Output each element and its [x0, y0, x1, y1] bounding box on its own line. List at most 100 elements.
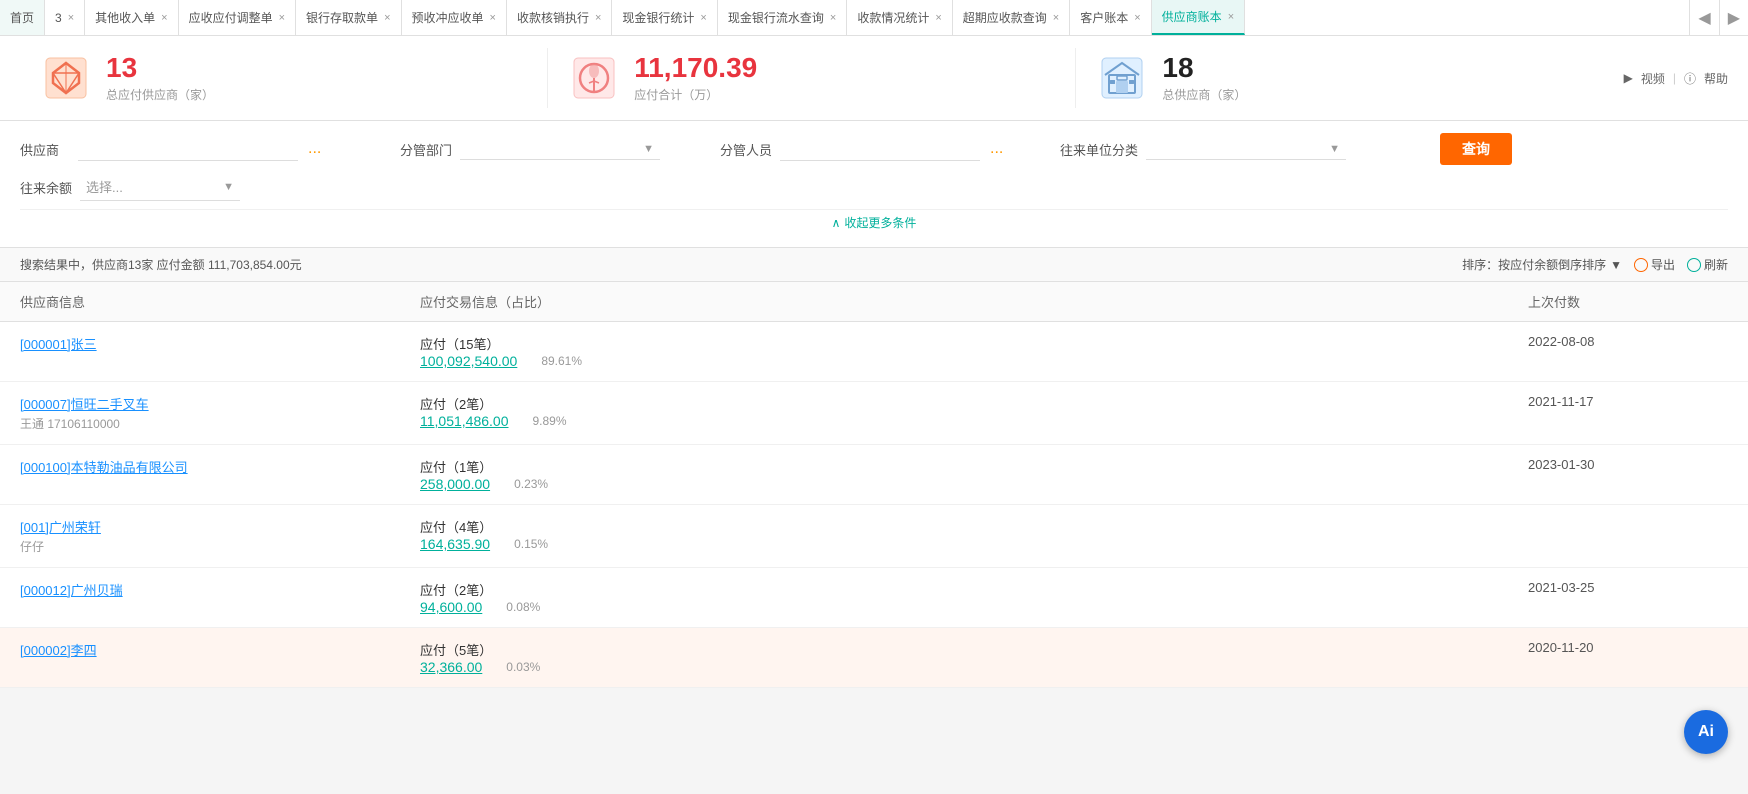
nav-tab-home[interactable]: 首页: [0, 0, 45, 35]
nav-tab-cash-bank-flow[interactable]: 现金银行流水查询×: [718, 0, 847, 35]
filter-person: 分管人员 ...: [720, 137, 1060, 161]
nav-tab-ar-ap-adjust[interactable]: 应收应付调整单×: [179, 0, 296, 35]
nav-tab-collection-stat[interactable]: 收款情况统计×: [847, 0, 952, 35]
close-tab-cash-bank-stat[interactable]: ×: [700, 12, 706, 24]
result-actions: 排序：按应付余额倒序排序 ▼ 导出 刷新: [1462, 256, 1728, 273]
transaction-label: 应付（4笔）: [420, 517, 1528, 536]
nav-tab-supplier-ledger[interactable]: 供应商账本×: [1152, 0, 1245, 35]
supplier-link[interactable]: [000001]张三: [20, 334, 420, 353]
close-tab-other-income[interactable]: ×: [161, 12, 167, 24]
category-dropdown-icon: ▼: [1329, 143, 1340, 155]
col-header-last-payment: 上次付数: [1528, 292, 1728, 311]
filter-area: 供应商 ... 分管部门 ▼ 分管人员 ... 往来单位分类 ▼ 查询: [0, 121, 1748, 248]
category-select[interactable]: ▼: [1146, 139, 1346, 160]
transaction-percent: 0.23%: [514, 477, 548, 491]
supplier-info-cell: [000002]李四: [20, 640, 420, 659]
collapse-label: 收起更多条件: [844, 214, 916, 231]
query-button[interactable]: 查询: [1440, 133, 1512, 165]
transaction-label: 应付（5笔）: [420, 640, 1528, 659]
total-suppliers-count: 18: [1162, 53, 1246, 84]
nav-tab-collection-exec[interactable]: 收款核销执行×: [507, 0, 612, 35]
balance-select[interactable]: 选择... ▼: [80, 173, 240, 201]
nav-prev-arrow[interactable]: ◀: [1689, 0, 1718, 35]
nav-tab-tab3[interactable]: 3×: [45, 0, 85, 35]
filter-category: 往来单位分类 ▼: [1060, 139, 1440, 160]
transaction-amount[interactable]: 164,635.90: [420, 536, 490, 552]
transaction-label: 应付（1笔）: [420, 457, 1528, 476]
table-header: 供应商信息 应付交易信息（占比） 上次付数: [0, 282, 1748, 322]
balance-filter-label: 往来余额: [20, 178, 72, 197]
supplier-dots-icon[interactable]: ...: [308, 140, 321, 158]
close-tab-tab3[interactable]: ×: [68, 12, 74, 24]
supplier-link[interactable]: [000100]本特勒油品有限公司: [20, 457, 420, 476]
filter-supplier: 供应商 ...: [20, 137, 400, 161]
supplier-link[interactable]: [001]广州荣轩: [20, 517, 420, 536]
summary-bar: 13 总应付供应商（家） 11,170.39 应付合计（万）: [0, 36, 1748, 121]
export-button[interactable]: 导出: [1634, 256, 1675, 273]
person-input[interactable]: [780, 137, 980, 161]
supplier-input[interactable]: [78, 137, 298, 161]
last-payment-date: 2022-08-08: [1528, 334, 1728, 349]
supplier-link[interactable]: [000002]李四: [20, 640, 420, 659]
close-tab-customer-ledger[interactable]: ×: [1134, 12, 1140, 24]
supplier-info-cell: [000001]张三: [20, 334, 420, 353]
store-icon: [1096, 52, 1148, 104]
refresh-button[interactable]: 刷新: [1687, 256, 1728, 273]
ai-button[interactable]: Ai: [1684, 710, 1728, 754]
nav-tab-overdue-ar[interactable]: 超期应收款查询×: [953, 0, 1070, 35]
transaction-percent: 0.08%: [506, 600, 540, 614]
category-filter-label: 往来单位分类: [1060, 140, 1138, 159]
help-link[interactable]: 帮助: [1704, 70, 1728, 87]
filter-row-2: 往来余额 选择... ▼: [20, 173, 1728, 201]
supplier-link[interactable]: [000007]恒旺二手叉车: [20, 394, 420, 413]
transaction-info-cell: 应付（5笔）32,366.000.03%: [420, 640, 1528, 675]
nav-tab-prepay-ar[interactable]: 预收冲应收单×: [402, 0, 507, 35]
person-dots-icon[interactable]: ...: [990, 140, 1003, 158]
close-tab-bank-deposit[interactable]: ×: [384, 12, 390, 24]
col-header-supplier: 供应商信息: [20, 292, 420, 311]
summary-card-payable-suppliers: 13 总应付供应商（家）: [20, 48, 548, 108]
last-payment-date: 2021-11-17: [1528, 394, 1728, 409]
transaction-info-cell: 应付（2笔）94,600.00 0.08%: [420, 580, 1528, 615]
export-label: 导出: [1651, 256, 1675, 273]
wheat-icon: [568, 52, 620, 104]
supplier-link[interactable]: [000012]广州贝瑞: [20, 580, 420, 599]
collapse-btn-area: ∧ 收起更多条件: [20, 209, 1728, 235]
transaction-amount[interactable]: 258,000.00: [420, 476, 490, 492]
supplier-info-cell: [001]广州荣轩仔仔: [20, 517, 420, 555]
nav-tab-customer-ledger[interactable]: 客户账本×: [1070, 0, 1151, 35]
nav-tab-cash-bank-stat[interactable]: 现金银行统计×: [612, 0, 717, 35]
balance-select-text: 选择...: [86, 177, 223, 196]
sort-dropdown[interactable]: 排序：按应付余额倒序排序 ▼: [1462, 256, 1622, 273]
close-tab-supplier-ledger[interactable]: ×: [1228, 11, 1234, 23]
transaction-amount[interactable]: 100,092,540.00: [420, 353, 517, 369]
col-header-transaction: 应付交易信息（占比）: [420, 292, 1528, 311]
collapse-button[interactable]: ∧ 收起更多条件: [832, 214, 917, 231]
nav-tab-other-income[interactable]: 其他收入单×: [85, 0, 178, 35]
payable-suppliers-label: 总应付供应商（家）: [106, 86, 214, 103]
summary-card-total-suppliers: 18 总供应商（家）: [1076, 48, 1603, 108]
video-icon: ▶: [1624, 71, 1633, 85]
transaction-info-cell: 应付（15笔）100,092,540.0089.61%: [420, 334, 1528, 369]
close-tab-prepay-ar[interactable]: ×: [490, 12, 496, 24]
transaction-percent: 0.15%: [514, 537, 548, 551]
nav-next-arrow[interactable]: ▶: [1719, 0, 1748, 35]
video-link[interactable]: 视频: [1641, 70, 1665, 87]
transaction-amount[interactable]: 32,366.00: [420, 659, 482, 675]
close-tab-overdue-ar[interactable]: ×: [1053, 12, 1059, 24]
close-tab-ar-ap-adjust[interactable]: ×: [279, 12, 285, 24]
last-payment-cell: 2021-03-25: [1528, 580, 1728, 595]
transaction-label: 应付（2笔）: [420, 580, 1528, 599]
collapse-icon: ∧: [832, 216, 841, 230]
close-tab-cash-bank-flow[interactable]: ×: [830, 12, 836, 24]
sort-label: 排序：按应付余额倒序排序: [1462, 256, 1606, 273]
transaction-amount[interactable]: 11,051,486.00: [420, 413, 509, 429]
transaction-amount[interactable]: 94,600.00: [420, 599, 482, 615]
dept-select[interactable]: ▼: [460, 139, 660, 160]
table-row: [001]广州荣轩仔仔 应付（4笔）164,635.90 0.15%: [0, 505, 1748, 568]
close-tab-collection-exec[interactable]: ×: [595, 12, 601, 24]
close-tab-collection-stat[interactable]: ×: [935, 12, 941, 24]
nav-tab-bank-deposit[interactable]: 银行存取款单×: [296, 0, 401, 35]
help-icon: ⓘ: [1684, 70, 1696, 87]
result-bar: 搜索结果中，供应商13家 应付金额 111,703,854.00元 排序：按应付…: [0, 248, 1748, 282]
